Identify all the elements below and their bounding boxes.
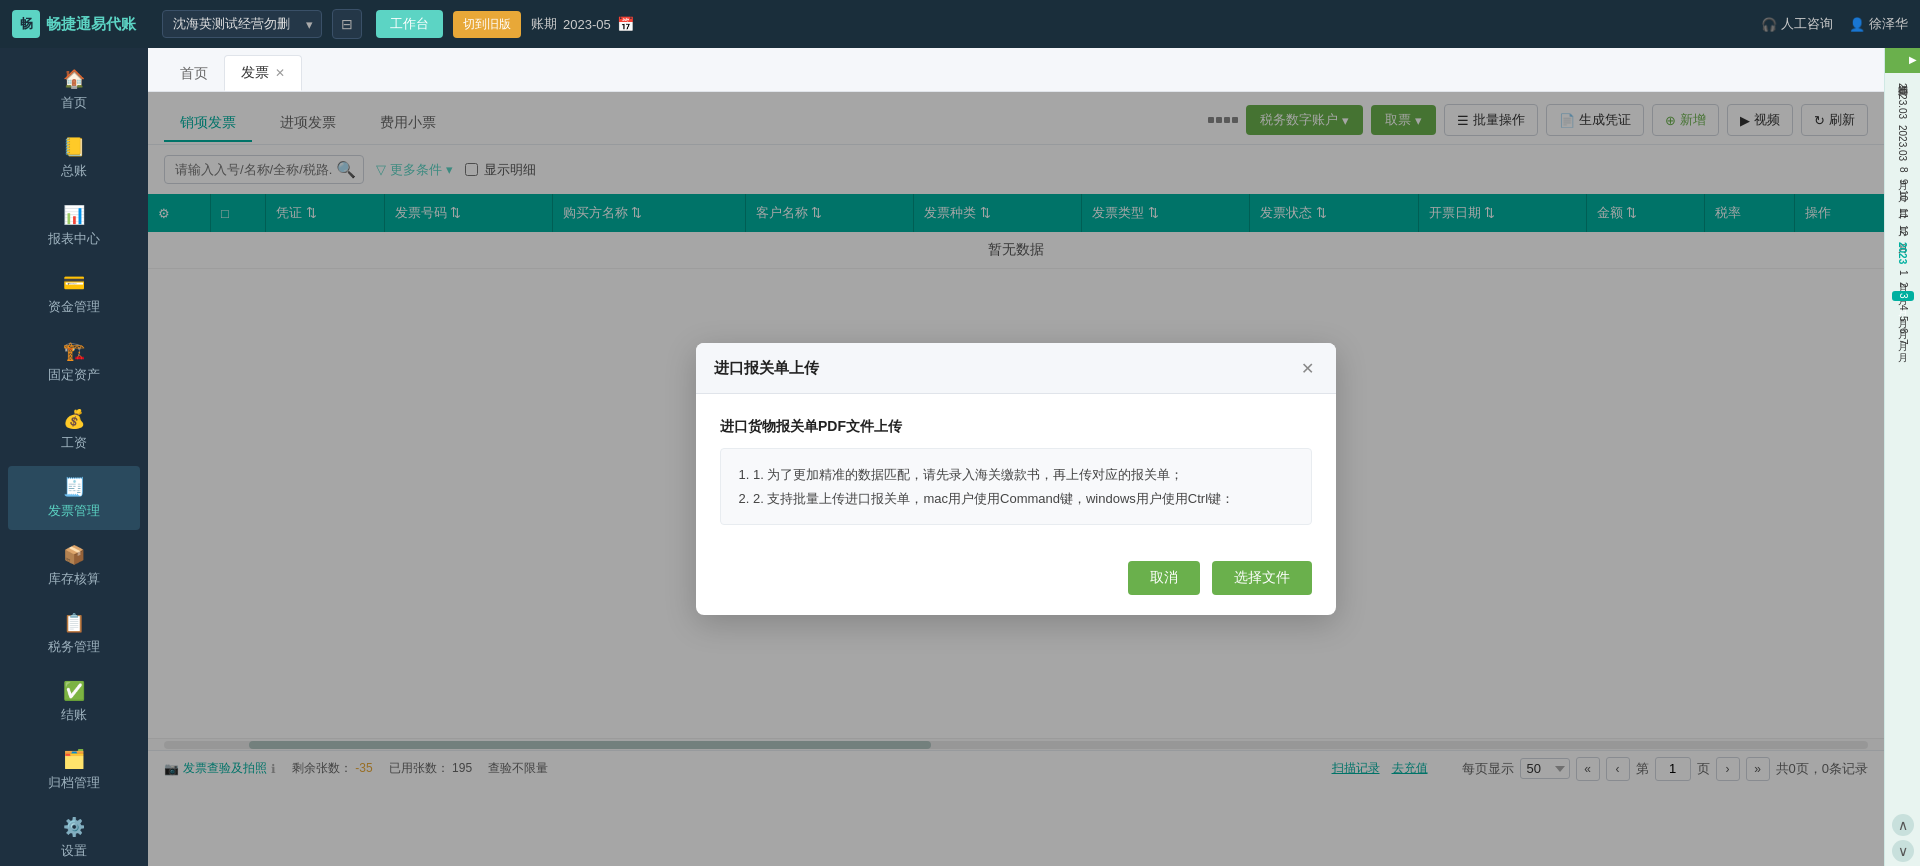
brand: 畅 畅捷通易代账 — [12, 10, 136, 38]
notice-item-2: 2. 支持批量上传进口报关单，mac用户使用Command键，windows用户… — [753, 487, 1295, 510]
chevron-right-icon: ▶ — [1907, 54, 1918, 67]
sidebar-item-label: 资金管理 — [48, 298, 100, 316]
help-button[interactable]: 🎧 人工咨询 — [1761, 15, 1833, 33]
month-item[interactable]: 9月 — [1894, 177, 1912, 187]
switch-to-old-button[interactable]: 切到旧版 — [453, 11, 521, 38]
tab-close-icon[interactable]: ✕ — [275, 66, 285, 80]
sidebar-item-label: 总账 — [61, 162, 87, 180]
company-selector[interactable]: 沈海英测试经营勿删 — [162, 10, 322, 38]
modal-close-button[interactable]: ✕ — [1296, 357, 1318, 379]
reports-icon: 📊 — [63, 204, 85, 226]
month-item[interactable]: 6月 — [1894, 326, 1912, 336]
month-item[interactable]: 2023.03 — [1895, 123, 1910, 163]
top-bar-right: 🎧 人工咨询 👤 徐泽华 — [1761, 15, 1908, 33]
active-month-item[interactable]: 3月 — [1892, 291, 1914, 301]
month-item[interactable]: 5月 — [1894, 314, 1912, 324]
sidebar-item-label: 工资 — [61, 434, 87, 452]
import-customs-modal: 进口报关单上传 ✕ 进口货物报关单PDF文件上传 1. 为了更加精准的数据匹配，… — [696, 343, 1336, 615]
sidebar-item-inventory[interactable]: 📦 库存核算 — [8, 534, 140, 598]
home-icon: 🏠 — [63, 68, 85, 90]
invoice-icon: 🧾 — [63, 476, 85, 498]
tab-home[interactable]: 首页 — [164, 57, 224, 91]
sidebar-item-label: 库存核算 — [48, 570, 100, 588]
notice-item-1: 1. 为了更加精准的数据匹配，请先录入海关缴款书，再上传对应的报关单； — [753, 463, 1295, 486]
sidebar-item-label: 报表中心 — [48, 230, 100, 248]
modal-section-title: 进口货物报关单PDF文件上传 — [720, 418, 1312, 436]
modal-overlay: 进口报关单上传 ✕ 进口货物报关单PDF文件上传 1. 为了更加精准的数据匹配，… — [148, 92, 1884, 866]
sidebar: 🏠 首页 📒 总账 📊 报表中心 💳 资金管理 🏗️ 固定资产 💰 工资 🧾 发… — [0, 48, 148, 866]
workspace-button[interactable]: 工作台 — [376, 10, 443, 38]
sidebar-item-ledger[interactable]: 📒 总账 — [8, 126, 140, 190]
user-avatar-icon: 👤 — [1849, 17, 1865, 32]
modal-footer: 取消 选择文件 — [696, 545, 1336, 615]
month-item[interactable]: 4月 — [1894, 303, 1912, 313]
archive-icon: 🗂️ — [63, 748, 85, 770]
month-list: 2023.03 2023.03 8月 9月 10月 11月 12月 2023 1… — [1885, 81, 1920, 347]
modal-select-file-button[interactable]: 选择文件 — [1212, 561, 1312, 595]
modal-header: 进口报关单上传 ✕ — [696, 343, 1336, 394]
period-calendar-icon[interactable]: 📅 — [617, 16, 634, 32]
sidebar-item-label: 首页 — [61, 94, 87, 112]
month-item[interactable]: 2023.03 — [1895, 81, 1910, 121]
panel-controls: ∧ ∨ — [1888, 810, 1918, 866]
sidebar-item-label: 发票管理 — [48, 502, 100, 520]
month-item[interactable]: 2月 — [1894, 280, 1912, 290]
company-settings-icon[interactable]: ⊟ — [332, 9, 362, 39]
sidebar-item-label: 结账 — [61, 706, 87, 724]
sidebar-item-closing[interactable]: ✅ 结账 — [8, 670, 140, 734]
sidebar-item-home[interactable]: 🏠 首页 — [8, 58, 140, 122]
modal-title: 进口报关单上传 — [714, 359, 819, 378]
sidebar-item-settings[interactable]: ⚙️ 设置 — [8, 806, 140, 866]
month-item[interactable]: 11月 — [1894, 206, 1912, 221]
month-item[interactable]: 7月 — [1894, 337, 1912, 347]
salary-icon: 💰 — [63, 408, 85, 430]
month-item[interactable]: 12月 — [1894, 223, 1912, 238]
sidebar-item-funds[interactable]: 💳 资金管理 — [8, 262, 140, 326]
headset-icon: 🎧 — [1761, 17, 1777, 32]
expand-down-button[interactable]: ∨ — [1892, 840, 1914, 862]
brand-icon: 畅 — [12, 10, 40, 38]
page-content: 销项发票 进项发票 费用小票 税务数字账户 ▾ 取票 ▾ — [148, 92, 1884, 866]
inventory-icon: 📦 — [63, 544, 85, 566]
year-item[interactable]: 2023 — [1895, 240, 1910, 266]
user-menu[interactable]: 👤 徐泽华 — [1849, 15, 1908, 33]
top-bar: 畅 畅捷通易代账 沈海英测试经营勿删 ⊟ 工作台 切到旧版 账期 2023-05… — [0, 0, 1920, 48]
month-item[interactable]: 8月 — [1894, 165, 1912, 175]
ledger-icon: 📒 — [63, 136, 85, 158]
right-panel: ▶ 期间选择 2023.03 2023.03 8月 9月 10月 11月 12月… — [1884, 48, 1920, 866]
sidebar-item-label: 归档管理 — [48, 774, 100, 792]
month-item[interactable]: 1月 — [1894, 268, 1912, 278]
tab-bar: 首页 发票 ✕ — [148, 48, 1884, 92]
modal-body: 进口货物报关单PDF文件上传 1. 为了更加精准的数据匹配，请先录入海关缴款书，… — [696, 394, 1336, 545]
sidebar-item-tax[interactable]: 📋 税务管理 — [8, 602, 140, 666]
funds-icon: 💳 — [63, 272, 85, 294]
modal-notice: 1. 为了更加精准的数据匹配，请先录入海关缴款书，再上传对应的报关单； 2. 支… — [720, 448, 1312, 525]
period-display: 账期 2023-05 📅 — [531, 15, 634, 33]
assets-icon: 🏗️ — [63, 340, 85, 362]
closing-icon: ✅ — [63, 680, 85, 702]
month-item[interactable]: 10月 — [1894, 188, 1912, 203]
sidebar-item-invoice[interactable]: 🧾 发票管理 — [8, 466, 140, 530]
main-layout: 🏠 首页 📒 总账 📊 报表中心 💳 资金管理 🏗️ 固定资产 💰 工资 🧾 发… — [0, 48, 1920, 866]
sidebar-item-archive[interactable]: 🗂️ 归档管理 — [8, 738, 140, 802]
period-select-label: 期间选择 — [1894, 73, 1912, 81]
content-area: 首页 发票 ✕ 销项发票 进项发票 费用小票 税务数字账户 — [148, 48, 1884, 866]
open-billing-date-button[interactable]: ▶ — [1885, 48, 1920, 73]
tab-invoice[interactable]: 发票 ✕ — [224, 55, 302, 91]
sidebar-item-salary[interactable]: 💰 工资 — [8, 398, 140, 462]
sidebar-item-label: 税务管理 — [48, 638, 100, 656]
tax-icon: 📋 — [63, 612, 85, 634]
modal-cancel-button[interactable]: 取消 — [1128, 561, 1200, 595]
sidebar-item-label: 固定资产 — [48, 366, 100, 384]
expand-up-button[interactable]: ∧ — [1892, 814, 1914, 836]
sidebar-item-label: 设置 — [61, 842, 87, 860]
sidebar-item-reports[interactable]: 📊 报表中心 — [8, 194, 140, 258]
sidebar-item-assets[interactable]: 🏗️ 固定资产 — [8, 330, 140, 394]
settings-icon: ⚙️ — [63, 816, 85, 838]
